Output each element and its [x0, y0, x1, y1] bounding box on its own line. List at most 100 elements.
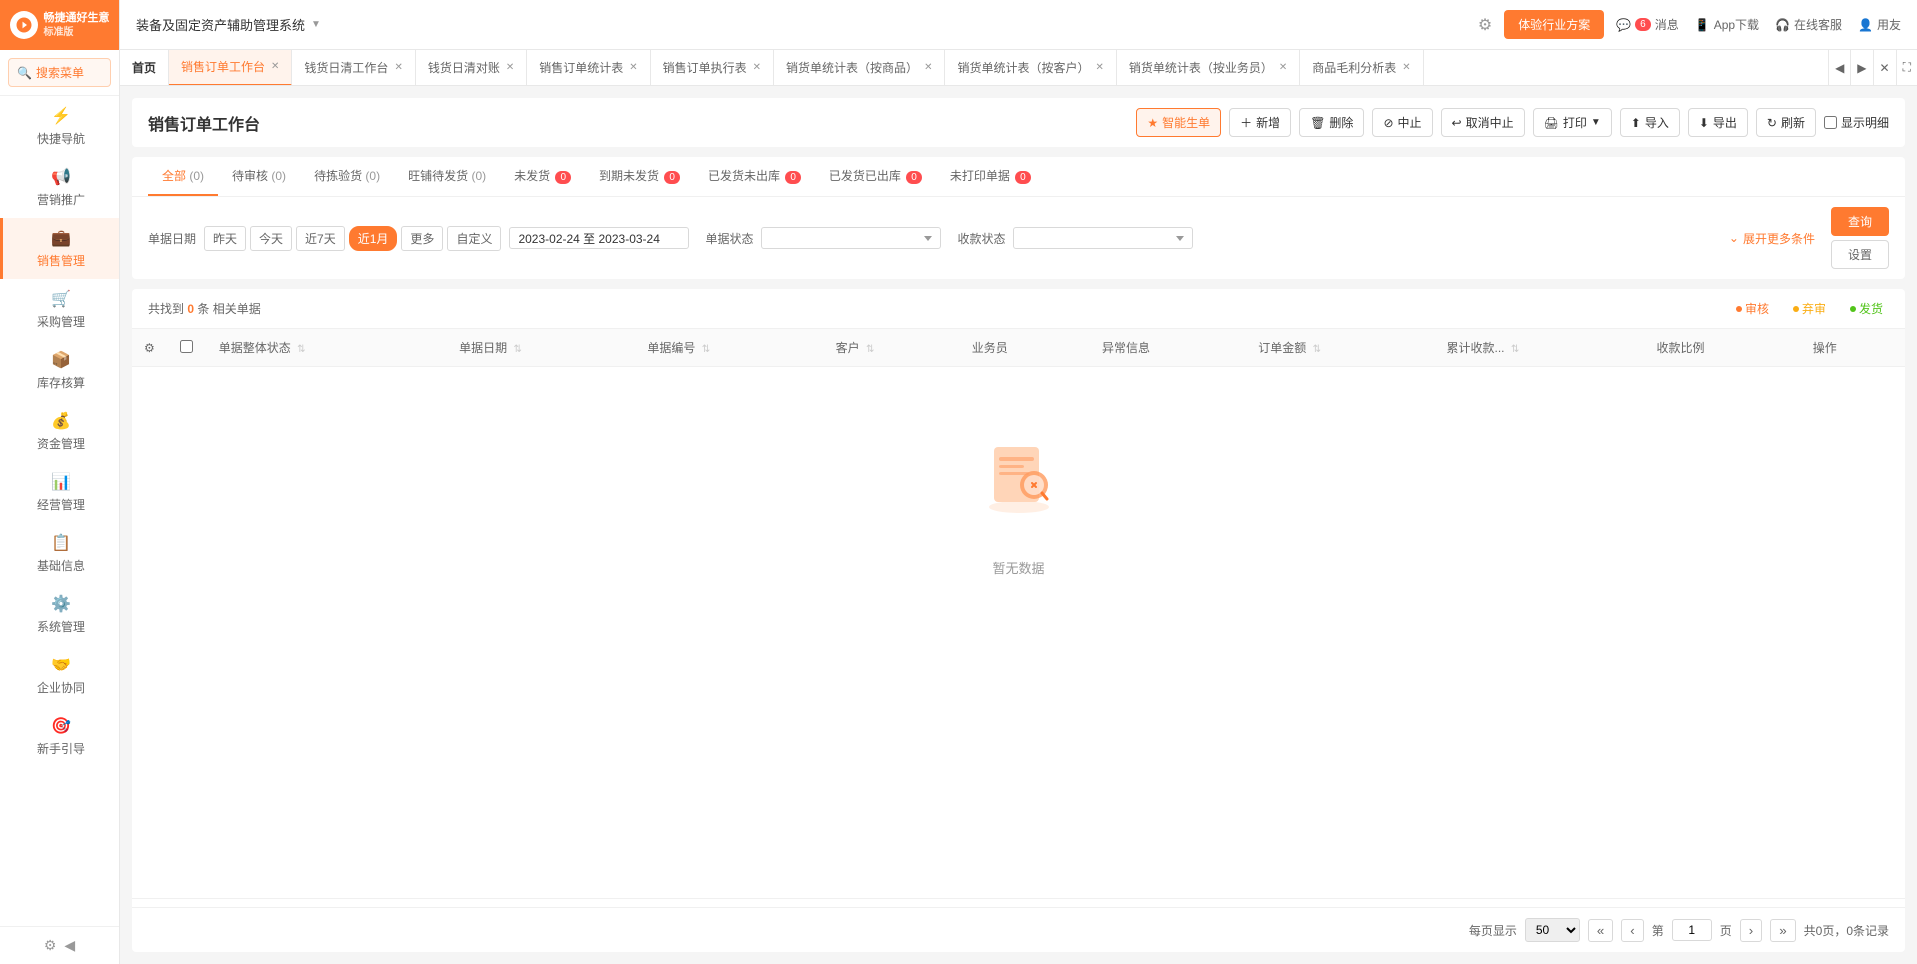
date-last1m-btn[interactable]: 近1月	[349, 226, 398, 251]
col-number-sort[interactable]: ⇅	[702, 344, 710, 355]
last-page-btn[interactable]: »	[1770, 919, 1795, 942]
tab-close-all[interactable]: ✕	[1873, 50, 1896, 86]
date-custom-btn[interactable]: 自定义	[447, 226, 501, 251]
tab-product-margin[interactable]: 商品毛利分析表 ✕	[1300, 50, 1423, 86]
date-last7-btn[interactable]: 近7天	[296, 226, 345, 251]
col-checkbox[interactable]	[167, 329, 207, 367]
filter-tab-pending-review[interactable]: 待审核 (0)	[218, 157, 300, 196]
batch-cancel-review-btn[interactable]: 弃审	[1787, 297, 1832, 320]
date-more-btn[interactable]: 更多	[401, 226, 443, 251]
sidebar-item-operation[interactable]: 📊 经营管理	[0, 462, 119, 523]
filter-tab-pending-inspect-label: 待拣验货	[314, 169, 362, 183]
page-input[interactable]	[1672, 919, 1712, 941]
tab-sales-stat-close[interactable]: ✕	[629, 62, 637, 73]
search-menu-button[interactable]: 🔍 搜索菜单	[8, 58, 111, 87]
tab-maximize[interactable]: ⛶	[1896, 50, 1917, 86]
tab-cash-daily[interactable]: 钱货日清工作台 ✕	[292, 50, 415, 86]
topbar-settings-icon[interactable]: ⚙	[1478, 15, 1492, 35]
sidebar-item-system[interactable]: ⚙️ 系统管理	[0, 584, 119, 645]
status-select[interactable]	[761, 227, 941, 249]
show-detail-toggle[interactable]: 显示明细	[1824, 114, 1889, 131]
prev-page-btn[interactable]: ‹	[1621, 919, 1643, 942]
filter-tab-wangpu[interactable]: 旺铺待发货 (0)	[394, 157, 500, 196]
filter-tab-not-printed[interactable]: 未打印单据 0	[936, 157, 1045, 196]
tab-scroll-right[interactable]: ▶	[1850, 50, 1872, 86]
sidebar-settings-btn[interactable]: ⚙	[44, 937, 57, 954]
sidebar-item-enterprise[interactable]: 🤝 企业协同	[0, 645, 119, 706]
filter-tab-expired-not-shipped[interactable]: 到期未发货 0	[585, 157, 694, 196]
sidebar-item-newbie[interactable]: 🎯 新手引导	[0, 706, 119, 767]
tab-product-margin-close[interactable]: ✕	[1402, 62, 1410, 73]
sidebar-item-purchase[interactable]: 🛒 采购管理	[0, 279, 119, 340]
export-btn[interactable]: ⬇ 导出	[1688, 108, 1748, 137]
settings-btn[interactable]: 设置	[1831, 240, 1889, 269]
batch-review-btn[interactable]: 审核	[1730, 297, 1775, 320]
query-btn[interactable]: 查询	[1831, 207, 1889, 236]
filter-tab-all[interactable]: 全部 (0)	[148, 157, 218, 196]
filter-tab-shipped-in[interactable]: 已发货已出库 0	[815, 157, 936, 196]
col-settings[interactable]: ⚙	[132, 329, 167, 367]
tab-sales-by-customer-close[interactable]: ✕	[1095, 62, 1103, 73]
stop-btn[interactable]: ⊘ 中止	[1372, 108, 1432, 137]
next-page-btn[interactable]: ›	[1740, 919, 1762, 942]
col-status-sort[interactable]: ⇅	[297, 344, 305, 355]
tab-home[interactable]: 首页	[120, 50, 169, 86]
tab-sales-workbench-label: 销售订单工作台	[181, 58, 265, 75]
finance-label: 资金管理	[37, 435, 85, 452]
horizontal-scrollbar[interactable]	[132, 898, 1905, 907]
expand-conditions-btn[interactable]: ⌄ 展开更多条件	[1729, 230, 1815, 247]
smart-create-btn[interactable]: ★ 智能生单	[1136, 108, 1221, 137]
filter-tab-pending-inspect[interactable]: 待拣验货 (0)	[300, 157, 394, 196]
tab-cash-daily-close[interactable]: ✕	[394, 62, 402, 73]
import-btn[interactable]: ⬆ 导入	[1620, 108, 1680, 137]
tab-sales-exec[interactable]: 销售订单执行表 ✕	[651, 50, 774, 86]
col-date-sort[interactable]: ⇅	[513, 344, 521, 355]
sidebar-item-sales[interactable]: 💼 销售管理	[0, 218, 119, 279]
tab-sales-workbench[interactable]: 销售订单工作台 ✕	[169, 50, 292, 86]
tab-sales-by-product[interactable]: 销货单统计表（按商品） ✕	[774, 50, 945, 86]
cancel-stop-btn[interactable]: ↩ 取消中止	[1441, 108, 1525, 137]
col-collected-sort[interactable]: ⇅	[1511, 344, 1519, 355]
show-detail-checkbox[interactable]	[1824, 116, 1837, 129]
refresh-btn[interactable]: ↻ 刷新	[1756, 108, 1816, 137]
message-btn[interactable]: 💬 6 消息	[1616, 16, 1679, 33]
sidebar-item-inventory[interactable]: 📦 库存核算	[0, 340, 119, 401]
tab-cash-daily-label: 钱货日清工作台	[304, 59, 388, 76]
date-today-btn[interactable]: 今天	[250, 226, 292, 251]
experience-btn[interactable]: 体验行业方案	[1504, 10, 1604, 39]
first-page-btn[interactable]: «	[1588, 919, 1613, 942]
tab-sales-exec-close[interactable]: ✕	[753, 62, 761, 73]
new-btn[interactable]: ＋ 新增	[1229, 108, 1291, 137]
filter-tab-shipped-not-in[interactable]: 已发货未出库 0	[694, 157, 815, 196]
col-amount-sort[interactable]: ⇅	[1313, 344, 1321, 355]
sidebar-item-basic[interactable]: 📋 基础信息	[0, 523, 119, 584]
sidebar-item-quick-nav[interactable]: ⚡ 快捷导航	[0, 96, 119, 157]
sidebar-item-finance[interactable]: 💰 资金管理	[0, 401, 119, 462]
col-customer-sort[interactable]: ⇅	[866, 344, 874, 355]
user-btn[interactable]: 👤 用友	[1858, 16, 1901, 33]
tab-sales-by-customer[interactable]: 销货单统计表（按客户） ✕	[945, 50, 1116, 86]
sidebar-collapse-btn[interactable]: ◀	[64, 937, 75, 954]
date-yesterday-btn[interactable]: 昨天	[204, 226, 246, 251]
tab-cash-reconcile-close[interactable]: ✕	[506, 62, 514, 73]
tab-sales-by-staff[interactable]: 销货单统计表（按业务员） ✕	[1117, 50, 1300, 86]
app-download-btn[interactable]: 📱 App下载	[1695, 16, 1759, 33]
select-all-checkbox[interactable]	[180, 340, 193, 353]
page-title: 销售订单工作台	[148, 111, 260, 135]
tab-sales-by-product-close[interactable]: ✕	[924, 62, 932, 73]
inventory-label: 库存核算	[37, 374, 85, 391]
print-btn[interactable]: 🖨 打印 ▼	[1533, 108, 1612, 137]
delete-btn[interactable]: 🗑 删除	[1299, 108, 1364, 137]
tab-sales-stat[interactable]: 销售订单统计表 ✕	[527, 50, 650, 86]
sidebar-item-marketing[interactable]: 📢 营销推广	[0, 157, 119, 218]
tab-cash-reconcile[interactable]: 钱货日清对账 ✕	[416, 50, 527, 86]
filter-tab-not-shipped[interactable]: 未发货 0	[500, 157, 585, 196]
page-size-select[interactable]: 50 10 20 100	[1525, 918, 1580, 942]
batch-ship-btn[interactable]: 发货	[1844, 297, 1889, 320]
online-service-btn[interactable]: 🎧 在线客服	[1775, 16, 1842, 33]
date-range-input[interactable]	[509, 227, 689, 249]
payment-select[interactable]	[1013, 227, 1193, 249]
tab-sales-workbench-close[interactable]: ✕	[271, 61, 279, 72]
tab-scroll-left[interactable]: ◀	[1828, 50, 1850, 86]
tab-sales-by-staff-close[interactable]: ✕	[1279, 62, 1287, 73]
